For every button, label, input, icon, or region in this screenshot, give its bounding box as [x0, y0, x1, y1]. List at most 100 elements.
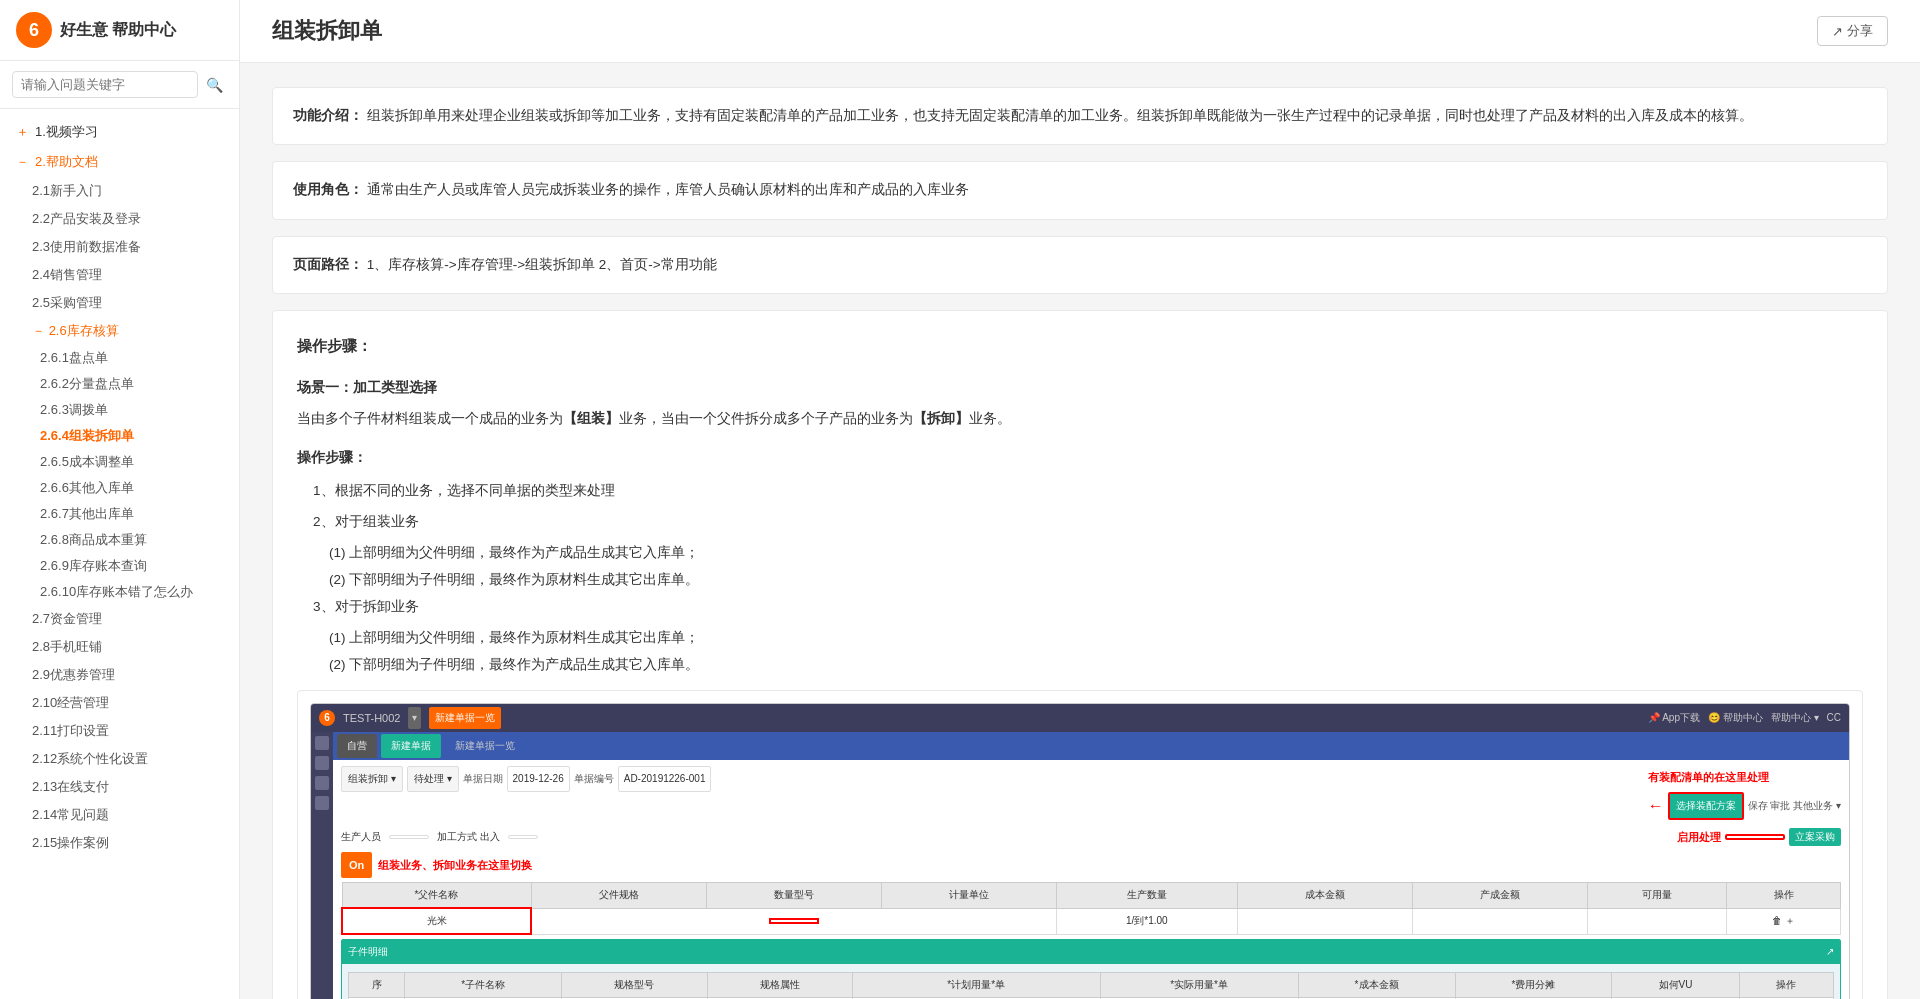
- mock-lower-section: 子件明细 ↗ 序 *子件名称: [341, 939, 1841, 999]
- mock-qty-row: 生产人员 加工方式 出入 启用处理 立案采购: [341, 826, 1841, 848]
- mock-date-label: 单据日期: [463, 769, 503, 789]
- path-intro-block: 页面路径： 1、库存核算->库存管理->组装拆卸单 2、首页->常用功能: [272, 236, 1888, 294]
- func-intro-label: 功能介绍：: [293, 108, 363, 123]
- expand-icon-1: ＋: [16, 123, 29, 141]
- sidebar-item-2-6-10[interactable]: 2.6.10库存账本错了怎么办: [0, 579, 239, 605]
- sidebar-item-2-6-7[interactable]: 2.6.7其他出库单: [0, 501, 239, 527]
- sidebar-subsection-2-6[interactable]: － 2.6库存核算: [0, 317, 239, 345]
- sidebar-subsection-2-12[interactable]: 2.12系统个性化设置: [0, 745, 239, 773]
- sidebar-item-2-6-8[interactable]: 2.6.8商品成本重算: [0, 527, 239, 553]
- sidebar-subsection-2-8[interactable]: 2.8手机旺铺: [0, 633, 239, 661]
- mock-tab-home: 自营: [337, 734, 377, 758]
- arrow-right-icon: ←: [1648, 790, 1664, 822]
- func-intro-text: 组装拆卸单用来处理企业组装或拆卸等加工业务，支持有固定装配清单的产品加工业务，也…: [367, 108, 1753, 123]
- mock-method-input: [508, 835, 538, 839]
- sidebar-subsection-2-13[interactable]: 2.13在线支付: [0, 773, 239, 801]
- sidebar-section-1[interactable]: ＋ 1.视频学习: [0, 117, 239, 147]
- mock-qiyong-input: [1725, 834, 1785, 840]
- mock-table1-row1-col1: 光米: [342, 908, 531, 934]
- sidebar-subsection-2-9[interactable]: 2.9优惠券管理: [0, 661, 239, 689]
- sidebar-subsection-2-10[interactable]: 2.10经营管理: [0, 689, 239, 717]
- mock-side-panel: [311, 732, 333, 999]
- annotation-right: 有装配清单的在这里处理: [1648, 766, 1769, 788]
- mock-tab-list: 新建单据一览: [445, 734, 525, 758]
- sidebar-subsection-2-3[interactable]: 2.3使用前数据准备: [0, 233, 239, 261]
- step-2-1: (1) 上部明细为父件明细，最终作为产成品生成其它入库单；: [329, 539, 1863, 566]
- mock-section-header: 子件明细 ↗: [342, 940, 1840, 964]
- main-header: 组装拆卸单 ↗ 分享: [240, 0, 1920, 63]
- search-box: 🔍: [0, 61, 239, 109]
- mock-code-label: 单据编号: [574, 769, 614, 789]
- annotation-toggle: 组装业务、拆卸业务在这里切换: [378, 854, 532, 876]
- sidebar-subsection-2-1[interactable]: 2.1新手入门: [0, 177, 239, 205]
- mock-status-selector: 待处理 ▾: [407, 766, 459, 792]
- page-title: 组装拆卸单: [272, 16, 382, 46]
- collapse-icon-2: －: [16, 153, 29, 171]
- mock-worker-input: [389, 835, 429, 839]
- nav-list: ＋ 1.视频学习 － 2.帮助文档 2.1新手入门 2.2产品安装及登录 2.3…: [0, 109, 239, 999]
- step-2: 2、对于组装业务: [313, 508, 1863, 535]
- role-intro-label: 使用角色：: [293, 182, 363, 197]
- sidebar-item-2-6-6[interactable]: 2.6.6其他入库单: [0, 475, 239, 501]
- annotation-qiyong: 启用处理: [1677, 826, 1721, 848]
- mock-form-area: 组装拆卸 ▾ 待处理 ▾ 单据日期 2019-12-26 单据编号 AD-201…: [333, 760, 1849, 999]
- sidebar: 6 好生意 帮助中心 🔍 ＋ 1.视频学习 － 2.帮助文档 2.1新手入门 2…: [0, 0, 240, 999]
- mock-tab-new: 新建单据: [381, 734, 441, 758]
- sidebar-item-2-6-5[interactable]: 2.6.5成本调整单: [0, 449, 239, 475]
- ops-steps-label: 操作步骤：: [297, 443, 1863, 471]
- mock-screenshot: 6 TEST-H002 ▾ 新建单据一览 📌 App下载 😊 帮助中心 帮助中心…: [310, 703, 1850, 999]
- share-icon: ↗: [1832, 24, 1843, 39]
- sidebar-item-2-6-2[interactable]: 2.6.2分量盘点单: [0, 371, 239, 397]
- mock-apply-btn[interactable]: 立案采购: [1789, 828, 1841, 846]
- sidebar-subsection-2-14[interactable]: 2.14常见问题: [0, 801, 239, 829]
- search-input[interactable]: [12, 71, 198, 98]
- search-button[interactable]: 🔍: [202, 75, 227, 95]
- step-2-2: (2) 下部明细为子件明细，最终作为原材料生成其它出库单。: [329, 566, 1863, 593]
- brand-name: 好生意 帮助中心: [60, 20, 176, 41]
- sidebar-subsection-2-15[interactable]: 2.15操作案例: [0, 829, 239, 857]
- step-3-2: (2) 下部明细为子件明细，最终作为产成品生成其它入库单。: [329, 651, 1863, 678]
- sidebar-item-2-6-1[interactable]: 2.6.1盘点单: [0, 345, 239, 371]
- func-intro-block: 功能介绍： 组装拆卸单用来处理企业组装或拆卸等加工业务，支持有固定装配清单的产品…: [272, 87, 1888, 145]
- screenshot-container: 6 TEST-H002 ▾ 新建单据一览 📌 App下载 😊 帮助中心 帮助中心…: [297, 690, 1863, 999]
- step-3-1: (1) 上部明细为父件明细，最终作为原材料生成其它出库单；: [329, 624, 1863, 651]
- sidebar-subsection-2-7[interactable]: 2.7资金管理: [0, 605, 239, 633]
- mock-more-btns: 保存 审批 其他业务 ▾: [1748, 796, 1841, 816]
- mock-tab-row: 自营 新建单据 新建单据一览: [333, 732, 1849, 760]
- role-intro-block: 使用角色： 通常由生产人员或库管人员完成拆装业务的操作，库管人员确认原材料的出库…: [272, 161, 1888, 219]
- mock-code-val: AD-20191226-001: [618, 766, 712, 792]
- main-area: 组装拆卸单 ↗ 分享 功能介绍： 组装拆卸单用来处理企业组装或拆卸等加工业务，支…: [240, 0, 1920, 999]
- role-intro-text: 通常由生产人员或库管人员完成拆装业务的操作，库管人员确认原材料的出库和产成品的入…: [367, 182, 969, 197]
- scene1-desc: 当由多个子件材料组装成一个成品的业务为【组装】业务，当由一个父件拆分成多个子产品…: [297, 407, 1863, 431]
- sidebar-subsection-2-5[interactable]: 2.5采购管理: [0, 289, 239, 317]
- step-1: 1、根据不同的业务，选择不同单据的类型来处理: [313, 477, 1863, 504]
- mock-lower-body: 序 *子件名称 规格型号 规格属性 *计划用量*单 *实际用量*单 *成本金额: [342, 964, 1840, 999]
- sidebar-item-2-6-3[interactable]: 2.6.3调拨单: [0, 397, 239, 423]
- mock-pz-btn: 选择装配方案: [1668, 792, 1744, 820]
- main-content: 功能介绍： 组装拆卸单用来处理企业组装或拆卸等加工业务，支持有固定装配清单的产品…: [240, 63, 1920, 999]
- logo-icon: 6: [16, 12, 52, 48]
- steps-section: 操作步骤： 场景一：加工类型选择 当由多个子件材料组装成一个成品的业务为【组装】…: [272, 310, 1888, 999]
- sidebar-section-2[interactable]: － 2.帮助文档: [0, 147, 239, 177]
- sidebar-item-2-6-4[interactable]: 2.6.4组装拆卸单: [0, 423, 239, 449]
- sidebar-item-2-6-9[interactable]: 2.6.9库存账本查询: [0, 553, 239, 579]
- sidebar-header: 6 好生意 帮助中心: [0, 0, 239, 61]
- mock-date-val: 2019-12-26: [507, 766, 570, 792]
- mock-new-btn: 新建单据一览: [429, 707, 501, 729]
- mock-type-selector: 组装拆卸 ▾: [341, 766, 403, 792]
- mock-toggle-label: On: [341, 852, 372, 878]
- path-intro-text: 1、库存核算->库存管理->组装拆卸单 2、首页->常用功能: [367, 257, 717, 272]
- mock-id: TEST-H002: [343, 707, 400, 729]
- ops-label: 操作步骤：: [297, 331, 1863, 361]
- sidebar-subsection-2-2[interactable]: 2.2产品安装及登录: [0, 205, 239, 233]
- sidebar-subsection-2-11[interactable]: 2.11打印设置: [0, 717, 239, 745]
- mock-lower-table: 序 *子件名称 规格型号 规格属性 *计划用量*单 *实际用量*单 *成本金额: [348, 972, 1834, 999]
- sidebar-subsection-2-4[interactable]: 2.4销售管理: [0, 261, 239, 289]
- mock-bom-input: [769, 918, 819, 924]
- mock-top-right: 📌 App下载 😊 帮助中心 帮助中心 ▾ CC: [1648, 708, 1841, 728]
- scene1-title: 场景一：加工类型选择: [297, 373, 1863, 401]
- step-3: 3、对于拆卸业务: [313, 593, 1863, 620]
- path-intro-label: 页面路径：: [293, 257, 363, 272]
- share-button[interactable]: ↗ 分享: [1817, 16, 1888, 46]
- mock-dropdown: ▾: [408, 707, 421, 729]
